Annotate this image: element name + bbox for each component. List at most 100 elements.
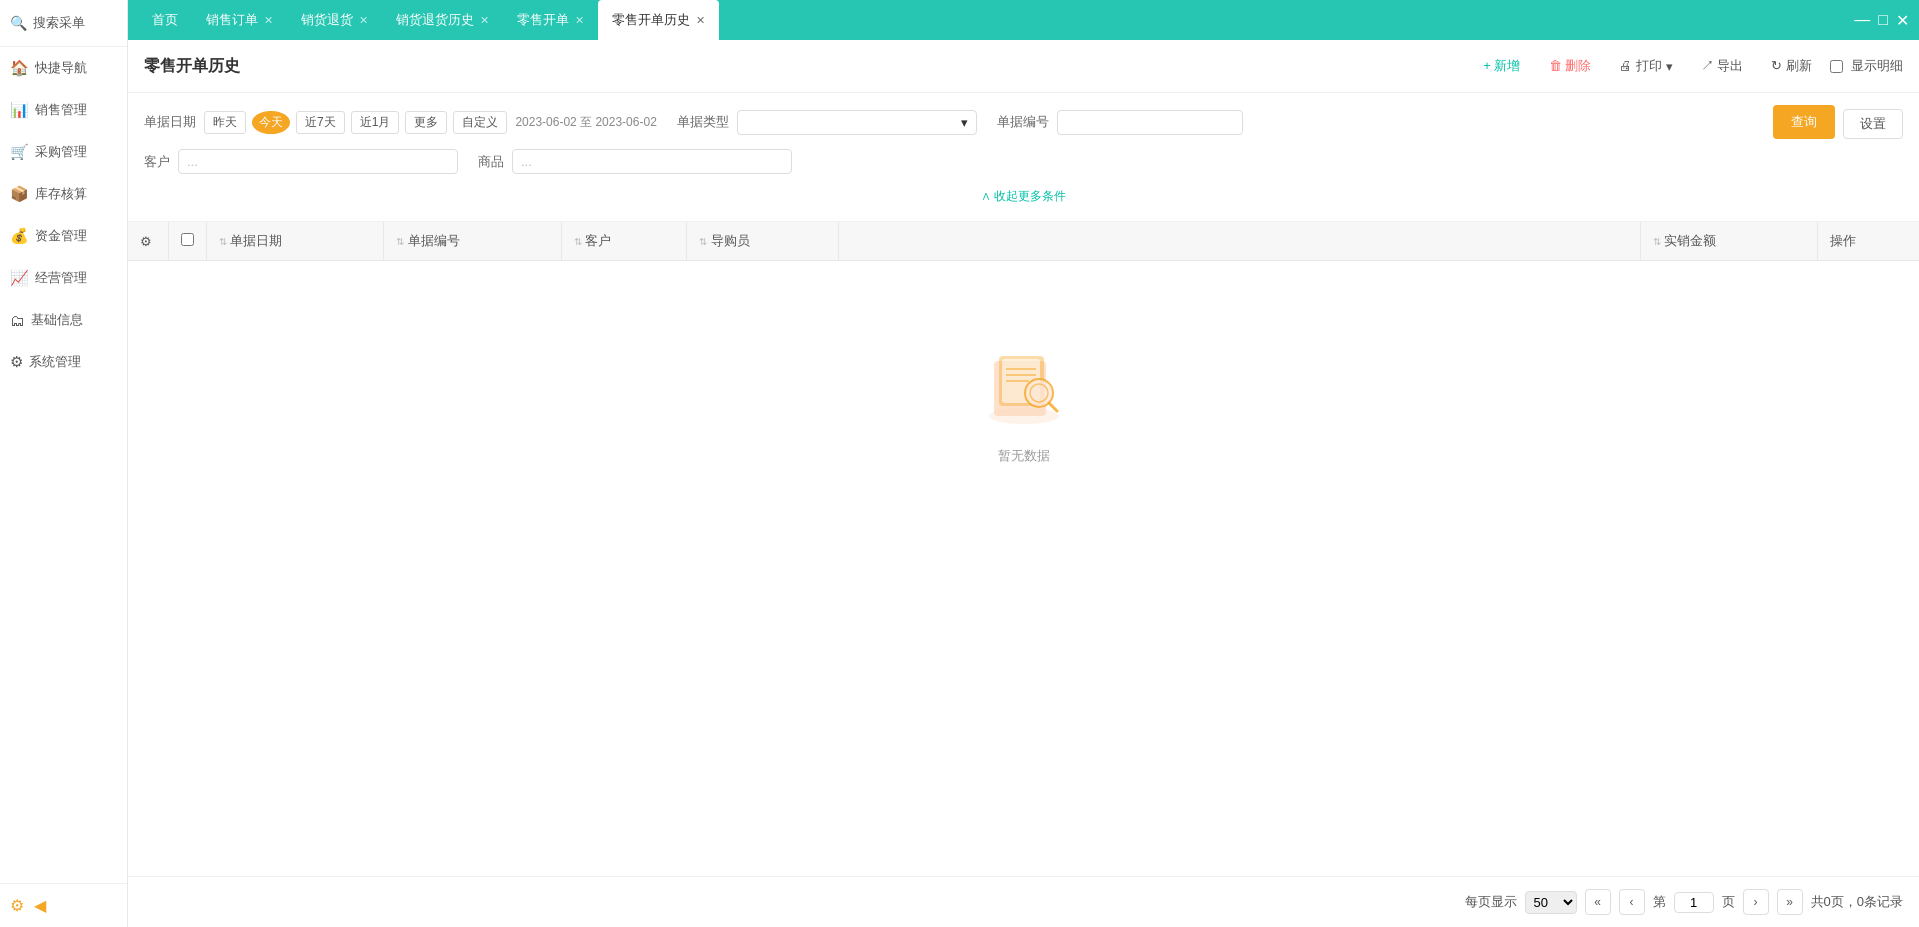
table-area: ⚙ ⇅ 单据日期 ⇅ 单据编号 ⇅ 客户 ⇅ 导购员 ⇅ 实销金额 操作 [128, 222, 1919, 876]
date-btn-yesterday[interactable]: 昨天 [204, 111, 246, 134]
product-filter: 商品 ... [478, 149, 792, 174]
type-select[interactable]: ▾ [737, 110, 977, 135]
sidebar-search[interactable]: 🔍 搜索采单 [0, 0, 127, 47]
type-label: 单据类型 [677, 113, 729, 131]
tab-close-sales-order[interactable]: ✕ [264, 14, 273, 27]
print-button[interactable]: 🖨 打印 ▾ [1609, 52, 1683, 80]
nav-icon-operation: 📈 [10, 269, 29, 287]
date-btn-more[interactable]: 更多 [405, 111, 447, 134]
pagination-last-btn[interactable]: » [1777, 889, 1803, 915]
toolbar: + 新增 🗑 删除 🖨 打印 ▾ ↗ 导出 ↻ 刷新 显示明细 [1473, 52, 1903, 80]
export-button[interactable]: ↗ 导出 [1691, 52, 1754, 80]
date-btn-1month[interactable]: 近1月 [351, 111, 400, 134]
sidebar-search-label: 搜索采单 [33, 14, 85, 32]
product-label: 商品 [478, 153, 504, 171]
tab-bar-right: — □ ✕ [1854, 11, 1909, 30]
product-select[interactable]: ... [512, 149, 792, 174]
tab-retail-open[interactable]: 零售开单✕ [503, 0, 598, 40]
window-minimize-btn[interactable]: — [1854, 11, 1870, 29]
th-checkbox[interactable] [168, 222, 206, 261]
customer-filter: 客户 ... [144, 149, 458, 174]
sidebar-nav: 🏠 快捷导航 📊销售管理🛒采购管理📦库存核算💰资金管理 📈 经营管理 🗂基础信息⚙系统管理 [0, 47, 127, 883]
tab-sales-return[interactable]: 销货退货✕ [287, 0, 382, 40]
sidebar-bottom: ⚙ ◀ [0, 883, 127, 927]
tab-label-home: 首页 [152, 11, 178, 29]
sidebar-item-operation[interactable]: 📈 经营管理 [0, 257, 127, 299]
refresh-button[interactable]: ↻ 刷新 [1761, 52, 1822, 80]
window-close-btn[interactable]: ✕ [1896, 11, 1909, 30]
empty-state-icon [974, 341, 1074, 431]
window-maximize-btn[interactable]: □ [1878, 11, 1888, 29]
sidebar-item-quick-nav[interactable]: 🏠 快捷导航 [0, 47, 127, 89]
th-amount[interactable]: ⇅ 实销金额 [1640, 222, 1818, 261]
page-input[interactable] [1674, 892, 1714, 913]
tab-label-sales-order: 销售订单 [206, 11, 258, 29]
sort-icon: ⇅ [1653, 236, 1661, 247]
date-range-display: 2023-06-02 至 2023-06-02 [515, 114, 656, 131]
page-prefix: 第 [1653, 893, 1666, 911]
chevron-down-icon: ▾ [1666, 59, 1673, 74]
page-header: 零售开单历史 + 新增 🗑 删除 🖨 打印 ▾ ↗ 导出 ↻ 刷新 显示明细 [128, 40, 1919, 93]
date-btn-custom[interactable]: 自定义 [453, 111, 507, 134]
tab-close-sales-return[interactable]: ✕ [359, 14, 368, 27]
sidebar-item-finance[interactable]: 💰资金管理 [0, 215, 127, 257]
empty-text: 暂无数据 [998, 447, 1050, 465]
filter-row-2: 客户 ... 商品 ... [144, 149, 1903, 174]
filter-area: 单据日期 昨天 今天 近7天 近1月 更多 自定义 2023-06-02 至 2… [128, 93, 1919, 222]
date-btn-7days[interactable]: 近7天 [296, 111, 345, 134]
th-salesperson[interactable]: ⇅ 导购员 [687, 222, 839, 261]
th-date[interactable]: ⇅ 单据日期 [206, 222, 384, 261]
sidebar-settings-icon[interactable]: ⚙ [10, 896, 24, 915]
delete-button[interactable]: 🗑 删除 [1539, 52, 1602, 80]
tab-close-sales-return-history[interactable]: ✕ [480, 14, 489, 27]
sidebar-item-basic-info[interactable]: 🗂基础信息 [0, 299, 127, 341]
tab-home[interactable]: 首页 [138, 0, 192, 40]
th-order-no[interactable]: ⇅ 单据编号 [384, 222, 562, 261]
tab-sales-return-history[interactable]: 销货退货历史 ✕ [382, 0, 503, 40]
tab-label-sales-return-history: 销货退货历史 [396, 11, 474, 29]
type-filter: 单据类型 ▾ [677, 110, 977, 135]
table-body: 暂无数据 [128, 261, 1919, 546]
nav-icon-quick-nav: 🏠 [10, 59, 29, 77]
sort-icon: ⇅ [699, 236, 707, 247]
sidebar-item-label-quick-nav: 快捷导航 [35, 59, 87, 77]
product-placeholder: ... [521, 154, 783, 169]
sidebar-item-label-operation: 经营管理 [35, 269, 87, 287]
customer-select[interactable]: ... [178, 149, 458, 174]
select-all-checkbox[interactable] [181, 233, 194, 246]
svg-line-8 [1049, 403, 1057, 411]
collapse-button[interactable]: ∧ 收起更多条件 [144, 184, 1903, 209]
pagination-prev-btn[interactable]: ‹ [1619, 889, 1645, 915]
sidebar-collapse-icon[interactable]: ◀ [34, 896, 46, 915]
page-suffix: 页 [1722, 893, 1735, 911]
add-button[interactable]: + 新增 [1473, 52, 1530, 80]
sidebar-item-inventory[interactable]: 📦库存核算 [0, 173, 127, 215]
customer-label: 客户 [144, 153, 170, 171]
display-toggle[interactable]: 显示明细 [1830, 57, 1903, 75]
display-toggle-checkbox[interactable] [1830, 60, 1843, 73]
nav-icon-basic-info: 🗂 [10, 312, 25, 329]
sidebar-item-purchase-mgmt[interactable]: 🛒采购管理 [0, 131, 127, 173]
settings-button[interactable]: 设置 [1843, 109, 1903, 139]
sidebar-item-sales-mgmt[interactable]: 📊销售管理 [0, 89, 127, 131]
sidebar-item-system-mgmt[interactable]: ⚙系统管理 [0, 341, 127, 383]
pagination-first-btn[interactable]: « [1585, 889, 1611, 915]
pagination-next-btn[interactable]: › [1743, 889, 1769, 915]
per-page-select[interactable]: 50 10 20 100 [1525, 891, 1577, 914]
date-btn-today[interactable]: 今天 [252, 111, 290, 134]
order-no-filter: 单据编号 [997, 110, 1243, 135]
th-settings[interactable]: ⚙ [128, 222, 168, 261]
date-quick-filters: 昨天 今天 近7天 近1月 更多 自定义 [204, 111, 507, 134]
order-no-input[interactable] [1057, 110, 1243, 135]
th-action: 操作 [1818, 222, 1919, 261]
content-area: 零售开单历史 + 新增 🗑 删除 🖨 打印 ▾ ↗ 导出 ↻ 刷新 显示明细 [128, 40, 1919, 927]
sidebar-item-label-finance: 资金管理 [35, 227, 87, 245]
tab-retail-open-history[interactable]: 零售开单历史✕ [598, 0, 719, 40]
nav-icon-sales-mgmt: 📊 [10, 101, 29, 119]
tab-close-retail-open-history[interactable]: ✕ [696, 14, 705, 27]
th-customer[interactable]: ⇅ 客户 [561, 222, 687, 261]
tab-close-retail-open[interactable]: ✕ [575, 14, 584, 27]
query-button[interactable]: 查询 [1773, 105, 1835, 139]
page-title: 零售开单历史 [144, 56, 240, 77]
tab-sales-order[interactable]: 销售订单 ✕ [192, 0, 287, 40]
